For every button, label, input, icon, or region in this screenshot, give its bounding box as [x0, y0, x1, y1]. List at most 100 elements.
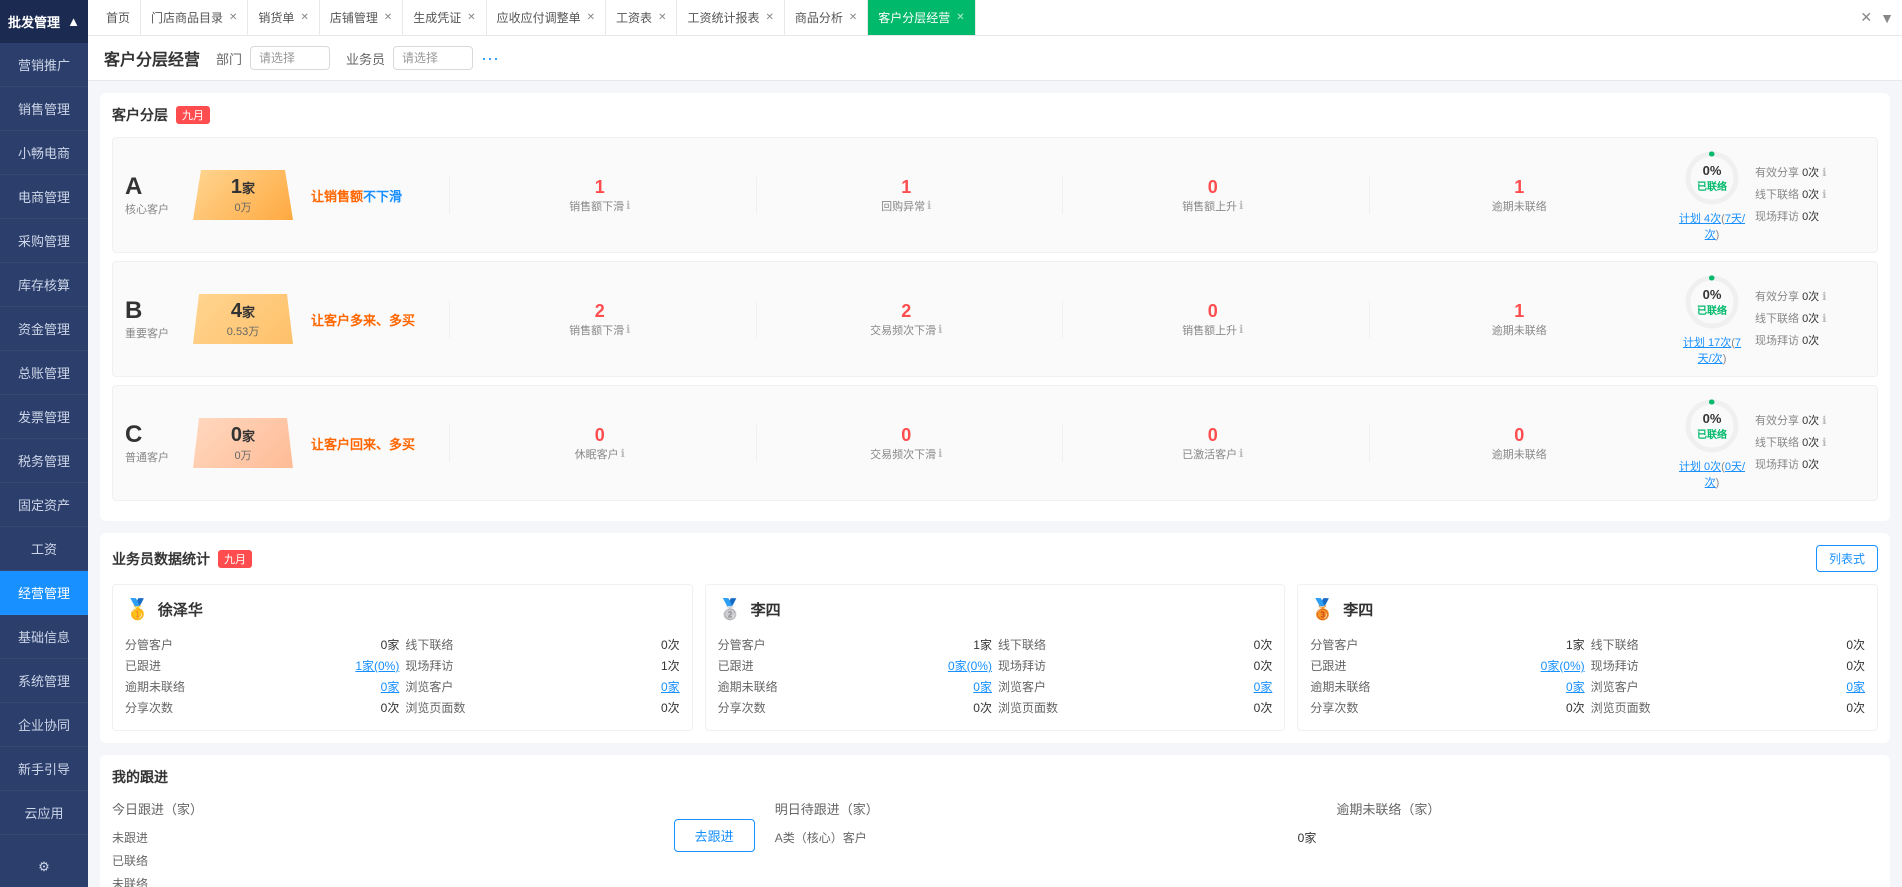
tier-row-a: A 核心客户 1家 0万 让销售额不下滑 1 销售额下滑 [112, 137, 1878, 253]
tier-a-stats: 1 销售额下滑 ℹ 1 回购异常 ℹ 0 [449, 177, 1669, 214]
list-view-button[interactable]: 列表式 [1816, 545, 1878, 572]
tab-payroll-report[interactable]: 工资统计报表 ✕ [677, 0, 784, 35]
tab-sales-order[interactable]: 销货单 ✕ [248, 0, 319, 35]
info-icon[interactable]: ℹ [1239, 323, 1243, 336]
staff-3-followed-link[interactable]: 0家(0%) [1541, 659, 1585, 673]
info-icon[interactable]: ℹ [1239, 447, 1243, 460]
tab-close-active-icon[interactable]: ✕ [956, 12, 964, 23]
page-header: 客户分层经营 部门 请选择 业务员 请选择 ··· [88, 36, 1902, 81]
today-followup-col: 今日跟进（家） 未跟进 已联络 未联络 [112, 799, 654, 887]
staff-2-stat-share: 分享次数 0次 [718, 697, 992, 718]
sidebar-item-assets[interactable]: 固定资产 [0, 483, 88, 527]
sidebar-item-ledger[interactable]: 总账管理 [0, 351, 88, 395]
page-title: 客户分层经营 [104, 46, 200, 70]
info-icon[interactable]: ℹ [1822, 291, 1826, 303]
tier-c-extra: 有效分享 0次 ℹ 线下联络 0次 ℹ 现场拜访 0次 [1755, 410, 1865, 476]
staff-2-browse-link[interactable]: 0家 [1254, 680, 1273, 694]
staff-3-left-stats: 分管客户 1家 已跟进 0家(0%) 逾期未联络 0家 [1310, 634, 1584, 718]
tab-payroll[interactable]: 工资表 ✕ [606, 0, 677, 35]
sidebar-item-marketing[interactable]: 营销推广 [0, 43, 88, 87]
staff-label: 业务员 [346, 49, 385, 68]
tab-ar-ap[interactable]: 应收应付调整单 ✕ [487, 0, 606, 35]
tab-customer-tier[interactable]: 客户分层经营 ✕ [868, 0, 975, 35]
tab-close-icon[interactable]: ✕ [467, 12, 475, 23]
tab-store-products[interactable]: 门店商品目录 ✕ [141, 0, 248, 35]
tier-a-stat-4: 1 逾期未联络 [1369, 177, 1670, 214]
info-icon[interactable]: ℹ [1822, 189, 1826, 201]
info-icon[interactable]: ℹ [1239, 199, 1243, 212]
staff-section-title: 业务员数据统计 [112, 549, 210, 569]
tier-b-label: B 重要客户 [125, 297, 185, 341]
tab-close-icon[interactable]: ✕ [300, 12, 308, 23]
info-icon[interactable]: ℹ [1822, 313, 1826, 325]
staff-3-stat-share: 分享次数 0次 [1310, 697, 1584, 718]
sidebar-item-inventory[interactable]: 库存核算 [0, 263, 88, 307]
tab-close-icon[interactable]: ✕ [849, 12, 857, 23]
tab-menu-icon[interactable]: ▼ [1880, 10, 1894, 26]
sidebar-item-sales[interactable]: 销售管理 [0, 87, 88, 131]
sidebar-item-system[interactable]: 系统管理 [0, 659, 88, 703]
sidebar-header[interactable]: 批发管理 ▲ [0, 0, 88, 43]
sidebar-collapse-icon[interactable]: ▲ [67, 14, 80, 29]
tab-store-mgmt[interactable]: 店铺管理 ✕ [320, 0, 403, 35]
info-icon[interactable]: ℹ [938, 323, 942, 336]
sidebar-item-basic[interactable]: 基础信息 [0, 615, 88, 659]
sidebar-item-ecom[interactable]: 电商管理 [0, 175, 88, 219]
info-icon[interactable]: ℹ [1822, 437, 1826, 449]
staff-2-stat-visit: 现场拜访 0次 [998, 655, 1272, 676]
goto-followup-button[interactable]: 去跟进 [674, 819, 755, 852]
staff-2-stat-browse-cust: 浏览客户 0家 [998, 676, 1272, 697]
sidebar-item-collab[interactable]: 企业协同 [0, 703, 88, 747]
tab-product-analysis[interactable]: 商品分析 ✕ [785, 0, 868, 35]
tab-close-all-icon[interactable]: ✕ [1860, 9, 1872, 26]
staff-2-name: 李四 [751, 599, 781, 620]
tab-close-icon[interactable]: ✕ [765, 12, 773, 23]
staff-1-overdue-link[interactable]: 0家 [381, 680, 400, 694]
tier-a-count: 1家 0万 [193, 170, 303, 220]
tab-close-icon[interactable]: ✕ [384, 12, 392, 23]
staff-3-medal: 🥉 [1310, 597, 1335, 622]
tab-close-icon[interactable]: ✕ [229, 12, 237, 23]
sidebar-item-guide[interactable]: 新手引导 [0, 747, 88, 791]
more-options-icon[interactable]: ··· [481, 48, 499, 69]
sidebar-item-purchase[interactable]: 采购管理 [0, 219, 88, 263]
tier-b-trapezoid: 4家 0.53万 [193, 294, 293, 344]
info-icon[interactable]: ℹ [626, 199, 630, 212]
tier-a-stat-2-label: 回购异常 ℹ [765, 198, 1049, 214]
tab-voucher[interactable]: 生成凭证 ✕ [403, 0, 486, 35]
staff-1-stat-visit: 现场拜访 1次 [405, 655, 679, 676]
staff-3-overdue-link[interactable]: 0家 [1566, 680, 1585, 694]
staff-2-overdue-link[interactable]: 0家 [973, 680, 992, 694]
today-followup-title: 今日跟进（家） [112, 799, 654, 818]
settings-button[interactable]: ⚙ [0, 847, 88, 887]
info-icon[interactable]: ℹ [1822, 167, 1826, 179]
info-icon[interactable]: ℹ [938, 447, 942, 460]
staff-3-browse-link[interactable]: 0家 [1846, 680, 1865, 694]
tab-close-icon[interactable]: ✕ [658, 12, 666, 23]
tier-a-stat-3-label: 销售额上升 ℹ [1071, 198, 1355, 214]
info-icon[interactable]: ℹ [626, 323, 630, 336]
customer-tier-section: 客户分层 九月 A 核心客户 1家 0万 让销售额不下滑 [100, 93, 1890, 521]
info-icon[interactable]: ℹ [927, 199, 931, 212]
staff-1-browse-link[interactable]: 0家 [661, 680, 680, 694]
sidebar-item-finance[interactable]: 资金管理 [0, 307, 88, 351]
tier-c-stat-1-label: 休眠客户 ℹ [458, 446, 742, 462]
staff-1-stat-followed: 已跟进 1家(0%) [125, 655, 399, 676]
staff-1-followed-link[interactable]: 1家(0%) [355, 659, 399, 673]
tier-b-stat-3-label: 销售额上升 ℹ [1071, 322, 1355, 338]
staff-2-stat-browse-pages: 浏览页面数 0次 [998, 697, 1272, 718]
sidebar-item-operations[interactable]: 经营管理 [0, 571, 88, 615]
info-icon[interactable]: ℹ [1822, 415, 1826, 427]
sidebar-item-ecom-small[interactable]: 小畅电商 [0, 131, 88, 175]
staff-2-followed-link[interactable]: 0家(0%) [948, 659, 992, 673]
info-icon[interactable]: ℹ [621, 447, 625, 460]
staff-select[interactable]: 请选择 [393, 46, 473, 70]
sidebar-item-invoice[interactable]: 发票管理 [0, 395, 88, 439]
dept-select[interactable]: 请选择 [250, 46, 330, 70]
sidebar-item-salary[interactable]: 工资 [0, 527, 88, 571]
sidebar-item-cloud[interactable]: 云应用 [0, 791, 88, 835]
tab-close-icon[interactable]: ✕ [587, 12, 595, 23]
tab-home[interactable]: 首页 [96, 0, 141, 35]
sidebar-item-tax[interactable]: 税务管理 [0, 439, 88, 483]
staff-2-stats: 分管客户 1家 已跟进 0家(0%) 逾期未联络 0家 [718, 634, 1273, 718]
